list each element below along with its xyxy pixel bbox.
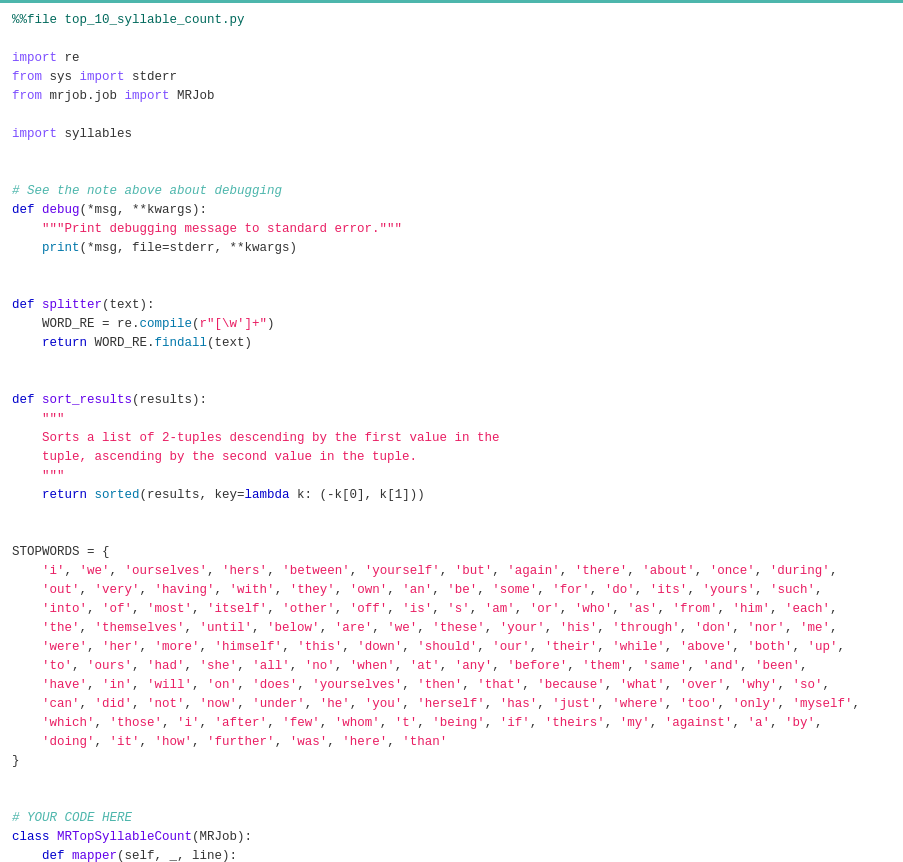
line-21: def sort_results(results): — [0, 391, 903, 410]
line-5: from mrjob.job import MRJob — [0, 87, 903, 106]
line-7: import syllables — [0, 125, 903, 144]
line-44: class MRTopSyllableCount(MRJob): — [0, 828, 903, 847]
line-6 — [0, 106, 903, 125]
line-26: return sorted(results, key=lambda k: (-k… — [0, 486, 903, 505]
line-9 — [0, 163, 903, 182]
line-28 — [0, 524, 903, 543]
line-18: return WORD_RE.findall(text) — [0, 334, 903, 353]
line-43: # YOUR CODE HERE — [0, 809, 903, 828]
line-11: def debug(*msg, **kwargs): — [0, 201, 903, 220]
line-2 — [0, 30, 903, 49]
code-editor[interactable]: %%file top_10_syllable_count.py import r… — [0, 0, 903, 862]
line-19 — [0, 353, 903, 372]
line-40: } — [0, 752, 903, 771]
line-27 — [0, 505, 903, 524]
line-42 — [0, 790, 903, 809]
line-41 — [0, 771, 903, 790]
line-22: """ — [0, 410, 903, 429]
line-1: %%file top_10_syllable_count.py — [0, 11, 903, 30]
line-31: 'out', 'very', 'having', 'with', 'they',… — [0, 581, 903, 600]
line-23: Sorts a list of 2-tuples descending by t… — [0, 429, 903, 448]
line-29: STOPWORDS = { — [0, 543, 903, 562]
line-45: def mapper(self, _, line): — [0, 847, 903, 862]
line-10: # See the note above about debugging — [0, 182, 903, 201]
line-24: tuple, ascending by the second value in … — [0, 448, 903, 467]
line-32: 'into', 'of', 'most', 'itself', 'other',… — [0, 600, 903, 619]
line-35: 'to', 'ours', 'had', 'she', 'all', 'no',… — [0, 657, 903, 676]
line-4: from sys import stderr — [0, 68, 903, 87]
line-20 — [0, 372, 903, 391]
line-17: WORD_RE = re.compile(r"[\w']+") — [0, 315, 903, 334]
line-33: 'the', 'themselves', 'until', 'below', '… — [0, 619, 903, 638]
line-13: print(*msg, file=stderr, **kwargs) — [0, 239, 903, 258]
line-12: """Print debugging message to standard e… — [0, 220, 903, 239]
line-3: import re — [0, 49, 903, 68]
line-14 — [0, 258, 903, 277]
line-37: 'can', 'did', 'not', 'now', 'under', 'he… — [0, 695, 903, 714]
line-8 — [0, 144, 903, 163]
line-25: """ — [0, 467, 903, 486]
line-36: 'have', 'in', 'will', 'on', 'does', 'you… — [0, 676, 903, 695]
line-16: def splitter(text): — [0, 296, 903, 315]
line-34: 'were', 'her', 'more', 'himself', 'this'… — [0, 638, 903, 657]
line-15 — [0, 277, 903, 296]
line-39: 'doing', 'it', 'how', 'further', 'was', … — [0, 733, 903, 752]
line-38: 'which', 'those', 'i', 'after', 'few', '… — [0, 714, 903, 733]
line-30: 'i', 'we', 'ourselves', 'hers', 'between… — [0, 562, 903, 581]
